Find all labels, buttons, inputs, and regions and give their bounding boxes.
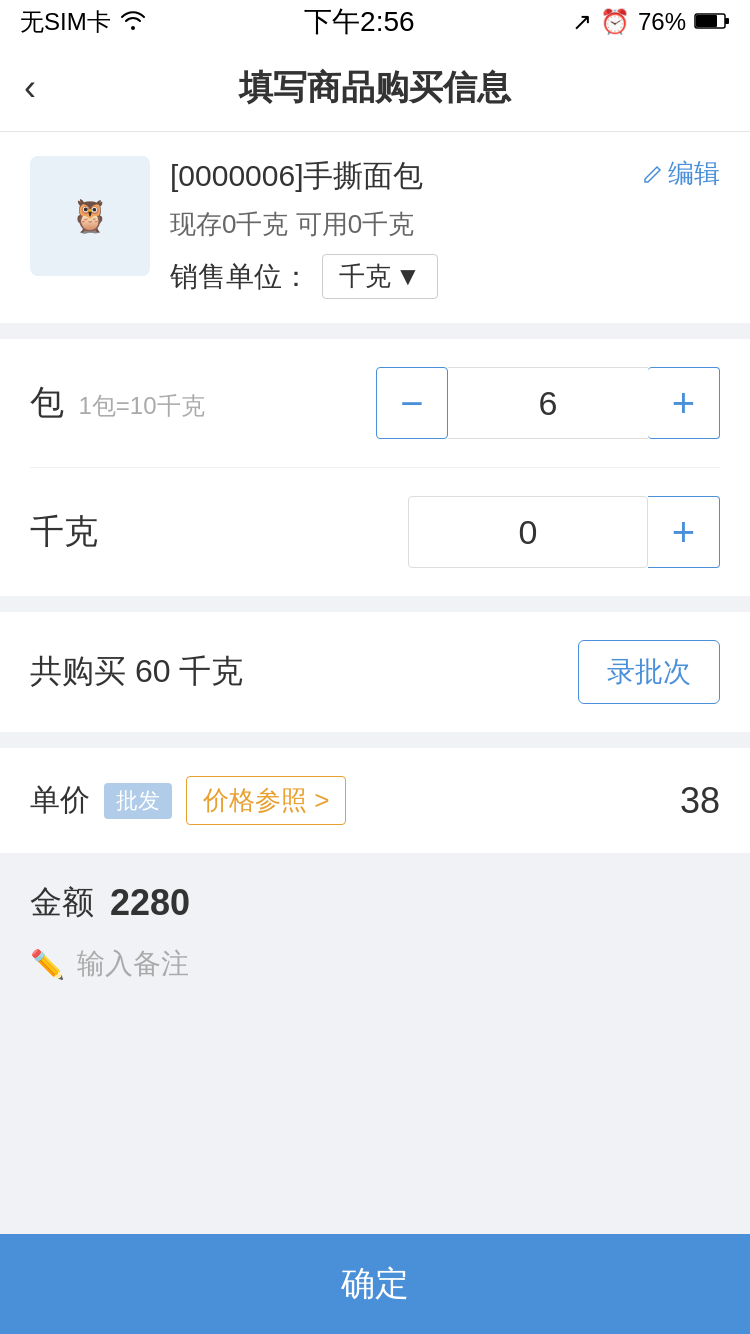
quantity-section: 包 1包=10千克 − + 千克 + (0, 339, 750, 596)
price-label: 单价 批发 价格参照 > (30, 776, 346, 825)
product-title-row: [0000006]手撕面包 编辑 (170, 156, 720, 197)
quantity-label-kg: 千克 (30, 509, 98, 555)
price-value: 38 (680, 780, 720, 822)
qty-input-kg[interactable] (408, 496, 648, 568)
carrier-text: 无SIM卡 (20, 6, 111, 38)
amount-section: 金额 2280 ✏️ 输入备注 (0, 853, 750, 1003)
product-card: 🦉 [0000006]手撕面包 编辑 现存0千克 可用0千克 销售单位： 千克 … (0, 132, 750, 323)
status-time: 下午2:56 (304, 3, 415, 41)
qty-controls-bag: − + (376, 367, 720, 439)
battery-icon (694, 8, 730, 36)
edit-button[interactable]: 编辑 (642, 156, 720, 191)
amount-value: 2280 (110, 882, 190, 924)
unit-dropdown-icon: ▼ (395, 261, 421, 292)
svg-rect-2 (725, 18, 729, 24)
unit-select[interactable]: 千克 ▼ (322, 254, 438, 299)
qty-label-text-bag: 包 (30, 383, 64, 421)
qty-input-bag[interactable] (448, 367, 648, 439)
price-label-text: 单价 (30, 780, 90, 821)
status-carrier: 无SIM卡 (20, 6, 147, 38)
price-section: 单价 批发 价格参照 > 38 (0, 748, 750, 853)
product-name: [0000006]手撕面包 (170, 156, 423, 197)
product-info: [0000006]手撕面包 编辑 现存0千克 可用0千克 销售单位： 千克 ▼ (170, 156, 720, 299)
product-stock: 现存0千克 可用0千克 (170, 207, 720, 242)
product-unit-row: 销售单位： 千克 ▼ (170, 254, 720, 299)
price-row: 单价 批发 价格参照 > 38 (30, 776, 720, 825)
product-image: 🦉 (30, 156, 150, 276)
unit-label: 销售单位： (170, 258, 310, 296)
amount-row: 金额 2280 (30, 881, 720, 925)
price-ref-button[interactable]: 价格参照 > (186, 776, 346, 825)
confirm-button-label: 确定 (341, 1261, 409, 1307)
quantity-row-bag: 包 1包=10千克 − + (30, 339, 720, 468)
amount-label: 金额 (30, 881, 94, 925)
qty-hint-bag: 1包=10千克 (78, 392, 204, 419)
status-bar: 无SIM卡 下午2:56 ↗ ⏰ 76% (0, 0, 750, 44)
summary-row: 共购买 60 千克 录批次 (0, 612, 750, 732)
summary-text: 共购买 60 千克 (30, 650, 243, 694)
qty-minus-bag[interactable]: − (376, 367, 448, 439)
batch-button[interactable]: 录批次 (578, 640, 720, 704)
svg-text:🦉: 🦉 (70, 197, 110, 235)
qty-plus-kg[interactable]: + (648, 496, 720, 568)
edit-label: 编辑 (668, 156, 720, 191)
confirm-bar[interactable]: 确定 (0, 1234, 750, 1334)
unit-value: 千克 (339, 259, 391, 294)
wifi-icon (119, 8, 147, 36)
edit-pencil-icon: ✏️ (30, 948, 65, 981)
page-title: 填写商品购买信息 (239, 65, 511, 111)
remark-placeholder: 输入备注 (77, 945, 189, 983)
nav-bar: ‹ 填写商品购买信息 (0, 44, 750, 132)
quantity-row-kg: 千克 + (30, 468, 720, 596)
location-icon: ↗ (572, 8, 592, 36)
remark-row[interactable]: ✏️ 输入备注 (30, 945, 720, 1003)
alarm-icon: ⏰ (600, 8, 630, 36)
status-indicators: ↗ ⏰ 76% (572, 8, 730, 36)
qty-plus-bag[interactable]: + (648, 367, 720, 439)
price-tag-batch: 批发 (104, 783, 172, 819)
qty-controls-kg: + (408, 496, 720, 568)
battery-percent: 76% (638, 8, 686, 36)
back-button[interactable]: ‹ (24, 67, 36, 109)
svg-rect-1 (696, 15, 717, 27)
quantity-label-bag: 包 1包=10千克 (30, 380, 205, 426)
qty-label-text-kg: 千克 (30, 512, 98, 550)
